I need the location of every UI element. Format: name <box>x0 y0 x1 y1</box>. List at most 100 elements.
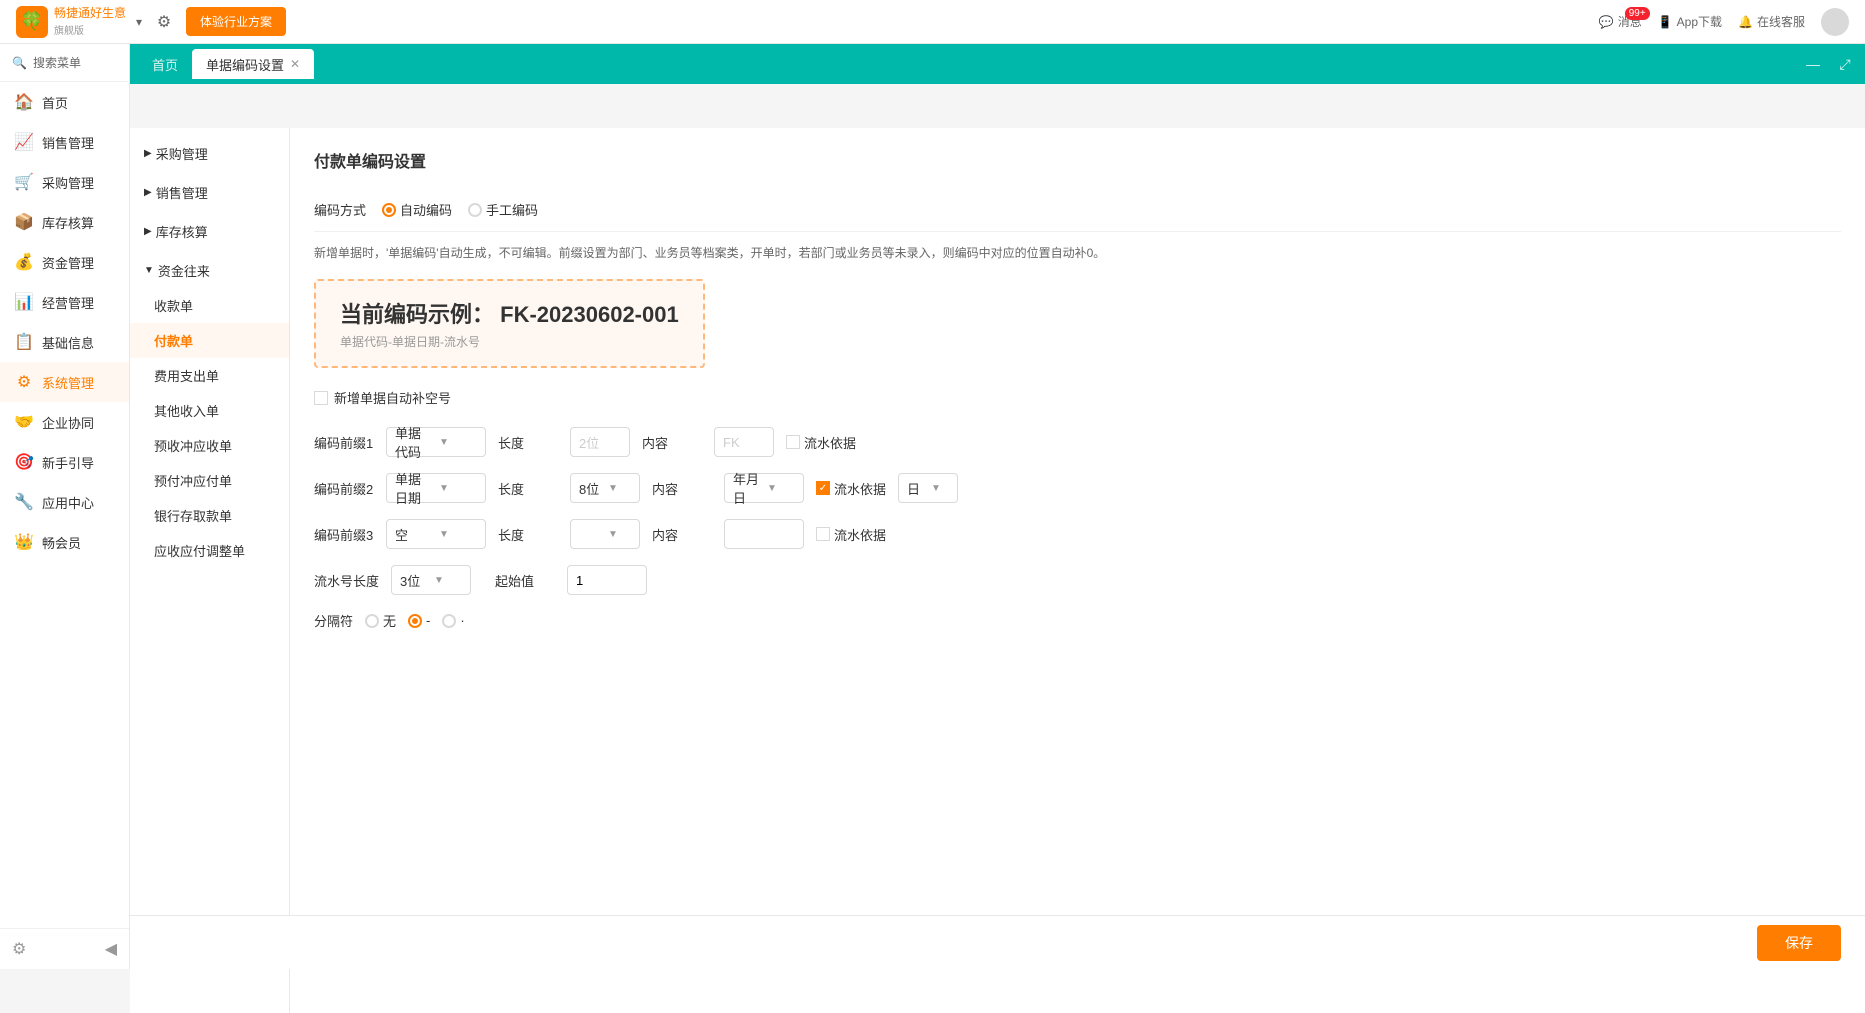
sub-item-other-income[interactable]: 其他收入单 <box>130 393 289 428</box>
sub-item-prepay-offset[interactable]: 预收冲应收单 <box>130 428 289 463</box>
length-label-3: 长度 <box>498 525 558 544</box>
chevron-right-icon-2: ▶ <box>144 187 152 198</box>
sidebar-item-system[interactable]: ⚙ 系统管理 <box>0 362 129 402</box>
chevron-right-icon: ▶ <box>144 148 152 159</box>
sidebar-item-finance[interactable]: 💰 资金管理 <box>0 242 129 282</box>
online-service-label: 在线客服 <box>1757 13 1805 30</box>
separator-label: 分隔符 <box>314 611 353 630</box>
watermark-check-2[interactable]: ✓ 流水依据 <box>816 479 886 498</box>
sub-group-sales-title[interactable]: ▶ 销售管理 <box>130 175 289 210</box>
sidebar-item-purchase[interactable]: 🛒 采购管理 <box>0 162 129 202</box>
content-select-2[interactable]: 年月日 ▼ <box>724 473 804 503</box>
auto-fill-checkbox[interactable] <box>314 391 328 405</box>
watermark-checkbox-3[interactable] <box>816 527 830 541</box>
watermark-checkbox-2[interactable]: ✓ <box>816 481 830 495</box>
period-dropdown-arrow-2: ▼ <box>931 483 949 494</box>
preview-label: 当前编码示例： <box>340 302 494 327</box>
prefix-row-3: 编码前缀3 空 ▼ 长度 ▼ 内容 流水依据 <box>314 519 1841 549</box>
tab-close-icon[interactable]: ✕ <box>290 57 300 71</box>
sub-item-payment[interactable]: 付款单 <box>130 323 289 358</box>
content-label-2: 内容 <box>652 479 712 498</box>
trial-button[interactable]: 体验行业方案 <box>186 7 286 36</box>
manual-code-radio-circle <box>468 203 482 217</box>
sep-none-radio[interactable]: 无 <box>365 611 396 630</box>
auto-fill-label: 新增单据自动补空号 <box>334 388 451 407</box>
prefix-dropdown-arrow-2: ▼ <box>439 483 477 494</box>
watermark-checkbox-1[interactable] <box>786 435 800 449</box>
prefix-value-3: 空 <box>395 525 433 544</box>
tab-maximize-button[interactable]: ⤢ <box>1833 52 1857 76</box>
sub-group-purchase-title[interactable]: ▶ 采购管理 <box>130 136 289 171</box>
guide-icon: 🎯 <box>14 452 34 472</box>
length-select-3[interactable]: ▼ <box>570 519 640 549</box>
content-dropdown-arrow-2: ▼ <box>767 483 795 494</box>
user-avatar[interactable] <box>1821 8 1849 36</box>
content-input-1: FK <box>714 427 774 457</box>
sub-layout: ▶ 采购管理 ▶ 销售管理 ▶ 库存核算 <box>130 128 1865 1013</box>
prefix-select-1[interactable]: 单据代码 ▼ <box>386 427 486 457</box>
nav-dropdown[interactable]: ▾ <box>136 15 142 29</box>
sub-group-sales: ▶ 销售管理 <box>130 175 289 210</box>
sidebar-item-basic[interactable]: 📋 基础信息 <box>0 322 129 362</box>
sidebar-item-home[interactable]: 🏠 首页 <box>0 82 129 122</box>
sub-item-advance-offset[interactable]: 预付冲应付单 <box>130 463 289 498</box>
prefix-dropdown-arrow-1: ▼ <box>439 437 477 448</box>
settings-button[interactable]: ⚙ <box>150 8 178 36</box>
serial-length-label: 流水号长度 <box>314 571 379 590</box>
sidebar-item-enterprise[interactable]: 🤝 企业协同 <box>0 402 129 442</box>
message-button[interactable]: 💬 消息 99+ <box>1599 13 1642 30</box>
sidebar-item-guide[interactable]: 🎯 新手引导 <box>0 442 129 482</box>
length-select-2[interactable]: 8位 ▼ <box>570 473 640 503</box>
prefix-label-1: 编码前缀1 <box>314 433 374 452</box>
start-value-input[interactable] <box>567 565 647 595</box>
sub-group-inventory: ▶ 库存核算 <box>130 214 289 249</box>
sub-group-inventory-title[interactable]: ▶ 库存核算 <box>130 214 289 249</box>
sub-item-adjustment[interactable]: 应收应付调整单 <box>130 533 289 568</box>
coding-radio-group: 自动编码 手工编码 <box>382 200 538 219</box>
sub-group-capital-label: 资金往来 <box>158 261 210 280</box>
sep-dot2-radio[interactable]: · <box>442 613 464 628</box>
sep-dot2-label: · <box>460 613 464 628</box>
tab-home[interactable]: 首页 <box>138 49 192 79</box>
watermark-check-3[interactable]: 流水依据 <box>816 525 886 544</box>
sidebar-item-guide-label: 新手引导 <box>42 453 94 472</box>
sub-item-bank[interactable]: 银行存取款单 <box>130 498 289 533</box>
watermark-check-1[interactable]: 流水依据 <box>786 433 856 452</box>
sep-dot-radio[interactable]: - <box>408 613 430 628</box>
auto-code-radio[interactable]: 自动编码 <box>382 200 452 219</box>
tab-document-code[interactable]: 单据编码设置 ✕ <box>192 49 314 79</box>
online-service-button[interactable]: 🔔 在线客服 <box>1738 13 1805 30</box>
sep-dot-radio-circle <box>408 614 422 628</box>
sidebar-item-sales[interactable]: 📈 销售管理 <box>0 122 129 162</box>
sub-item-expense[interactable]: 费用支出单 <box>130 358 289 393</box>
sidebar-item-member[interactable]: 👑 畅会员 <box>0 522 129 562</box>
nav-dropdown-text: ▾ <box>136 15 142 29</box>
basic-icon: 📋 <box>14 332 34 352</box>
prefix-select-2[interactable]: 单据日期 ▼ <box>386 473 486 503</box>
save-button[interactable]: 保存 <box>1757 925 1841 961</box>
sub-item-receipt[interactable]: 收款单 <box>130 288 289 323</box>
sidebar-item-operation[interactable]: 📊 经营管理 <box>0 282 129 322</box>
sidebar-item-sales-label: 销售管理 <box>42 133 94 152</box>
search-icon: 🔍 <box>12 56 27 70</box>
sep-dot2-radio-circle <box>442 614 456 628</box>
sidebar-item-inventory[interactable]: 📦 库存核算 <box>0 202 129 242</box>
serial-length-select[interactable]: 3位 ▼ <box>391 565 471 595</box>
coding-method-label: 编码方式 <box>314 200 366 219</box>
sep-none-radio-circle <box>365 614 379 628</box>
prefix-row-2: 编码前缀2 单据日期 ▼ 长度 8位 ▼ 内容 年月日 ▼ <box>314 473 1841 503</box>
sidebar-collapse-icon[interactable]: ◀ <box>105 939 117 959</box>
period-select-2[interactable]: 日 ▼ <box>898 473 958 503</box>
prefix-select-3[interactable]: 空 ▼ <box>386 519 486 549</box>
sidebar-item-apps[interactable]: 🔧 应用中心 <box>0 482 129 522</box>
sidebar-settings-icon[interactable]: ⚙ <box>12 939 26 959</box>
manual-code-radio[interactable]: 手工编码 <box>468 200 538 219</box>
message-icon: 💬 <box>1599 15 1614 29</box>
logo-text: 畅捷通好生意 <box>54 6 126 22</box>
main-layout: 🔍 搜索菜单 🏠 首页 📈 销售管理 🛒 采购管理 📦 库存核算 💰 <box>0 0 1865 969</box>
sub-group-capital-title[interactable]: ▼ 资金往来 <box>130 253 289 288</box>
tab-minimize-button[interactable]: — <box>1801 52 1825 76</box>
watermark-label-2: 流水依据 <box>834 479 886 498</box>
sidebar-search[interactable]: 🔍 搜索菜单 <box>0 44 129 82</box>
app-download-button[interactable]: 📱 App下载 <box>1658 13 1722 30</box>
